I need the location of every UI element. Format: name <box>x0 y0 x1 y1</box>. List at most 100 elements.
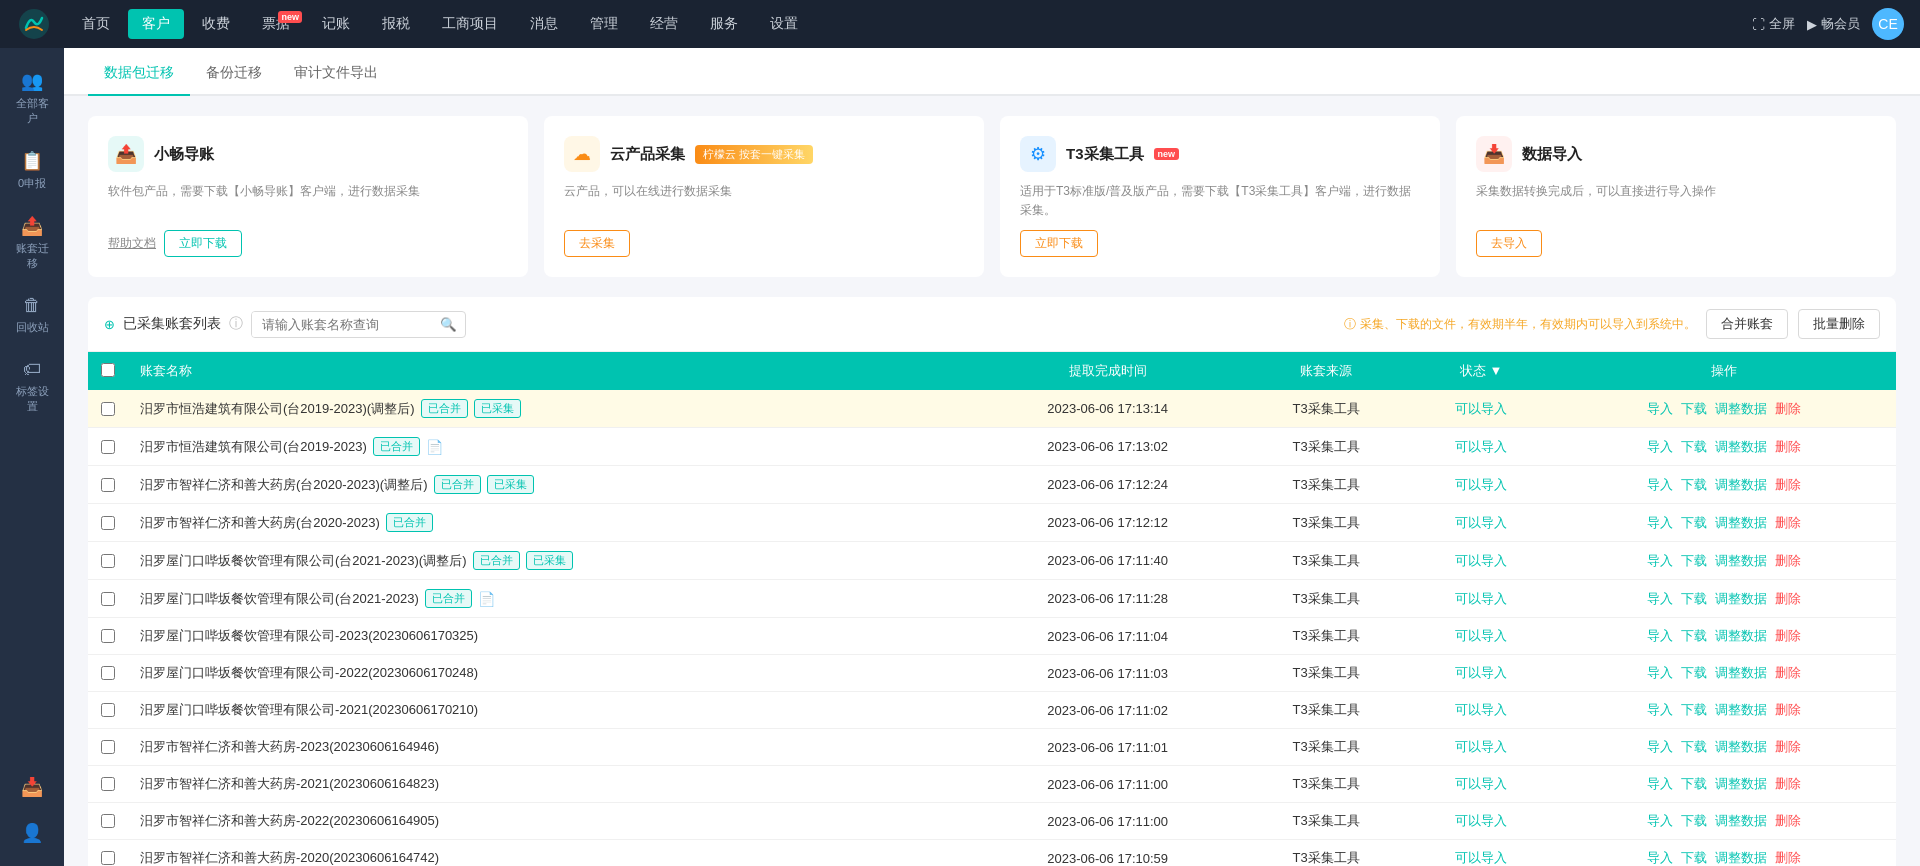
search-input[interactable] <box>252 312 432 337</box>
nav-item-经营[interactable]: 经营 <box>636 9 692 39</box>
nav-item-工商项目[interactable]: 工商项目 <box>428 9 512 39</box>
op-导入[interactable]: 导入 <box>1643 850 1677 865</box>
op-下载[interactable]: 下载 <box>1677 850 1711 865</box>
op-调整数据[interactable]: 调整数据 <box>1711 813 1771 828</box>
op-delete[interactable]: 删除 <box>1771 850 1805 865</box>
op-导入[interactable]: 导入 <box>1643 776 1677 791</box>
op-下载[interactable]: 下载 <box>1677 591 1711 606</box>
tab-数据包迁移[interactable]: 数据包迁移 <box>88 52 190 96</box>
batch-delete-button[interactable]: 批量删除 <box>1798 309 1880 339</box>
sidebar-bottom-item[interactable]: 📥 <box>4 766 60 808</box>
card-link[interactable]: 帮助文档 <box>108 235 156 252</box>
merge-button[interactable]: 合并账套 <box>1706 309 1788 339</box>
op-delete[interactable]: 删除 <box>1771 813 1805 828</box>
op-导入[interactable]: 导入 <box>1643 739 1677 754</box>
row-checkbox[interactable] <box>101 629 115 643</box>
op-下载[interactable]: 下载 <box>1677 739 1711 754</box>
op-delete[interactable]: 删除 <box>1771 477 1805 492</box>
op-delete[interactable]: 删除 <box>1771 515 1805 530</box>
op-delete[interactable]: 删除 <box>1771 628 1805 643</box>
op-调整数据[interactable]: 调整数据 <box>1711 739 1771 754</box>
op-delete[interactable]: 删除 <box>1771 401 1805 416</box>
tab-备份迁移[interactable]: 备份迁移 <box>190 52 278 96</box>
op-调整数据[interactable]: 调整数据 <box>1711 702 1771 717</box>
op-调整数据[interactable]: 调整数据 <box>1711 591 1771 606</box>
op-下载[interactable]: 下载 <box>1677 813 1711 828</box>
row-checkbox[interactable] <box>101 851 115 865</box>
op-下载[interactable]: 下载 <box>1677 776 1711 791</box>
help-icon[interactable]: ⓘ <box>229 315 243 333</box>
op-delete[interactable]: 删除 <box>1771 553 1805 568</box>
op-导入[interactable]: 导入 <box>1643 813 1677 828</box>
op-导入[interactable]: 导入 <box>1643 591 1677 606</box>
op-导入[interactable]: 导入 <box>1643 628 1677 643</box>
row-checkbox[interactable] <box>101 554 115 568</box>
op-导入[interactable]: 导入 <box>1643 477 1677 492</box>
nav-item-设置[interactable]: 设置 <box>756 9 812 39</box>
op-导入[interactable]: 导入 <box>1643 439 1677 454</box>
op-delete[interactable]: 删除 <box>1771 591 1805 606</box>
row-checkbox[interactable] <box>101 703 115 717</box>
op-导入[interactable]: 导入 <box>1643 515 1677 530</box>
app-logo[interactable] <box>16 6 52 42</box>
op-调整数据[interactable]: 调整数据 <box>1711 553 1771 568</box>
row-checkbox[interactable] <box>101 814 115 828</box>
op-delete[interactable]: 删除 <box>1771 665 1805 680</box>
op-delete[interactable]: 删除 <box>1771 439 1805 454</box>
op-delete[interactable]: 删除 <box>1771 702 1805 717</box>
op-下载[interactable]: 下载 <box>1677 628 1711 643</box>
row-checkbox[interactable] <box>101 740 115 754</box>
sidebar-item-标签设置[interactable]: 🏷标签设置 <box>4 349 60 424</box>
tab-审计文件导出[interactable]: 审计文件导出 <box>278 52 394 96</box>
op-导入[interactable]: 导入 <box>1643 553 1677 568</box>
op-delete[interactable]: 删除 <box>1771 776 1805 791</box>
card-button-t3[interactable]: 立即下载 <box>1020 230 1098 257</box>
op-下载[interactable]: 下载 <box>1677 665 1711 680</box>
row-checkbox[interactable] <box>101 666 115 680</box>
op-调整数据[interactable]: 调整数据 <box>1711 776 1771 791</box>
card-button-xiaochu[interactable]: 立即下载 <box>164 230 242 257</box>
fullscreen-button[interactable]: ⛶ 全屏 <box>1752 15 1795 33</box>
op-导入[interactable]: 导入 <box>1643 702 1677 717</box>
op-下载[interactable]: 下载 <box>1677 515 1711 530</box>
op-导入[interactable]: 导入 <box>1643 401 1677 416</box>
nav-item-报税[interactable]: 报税 <box>368 9 424 39</box>
vip-button[interactable]: ▶ 畅会员 <box>1807 15 1860 33</box>
op-调整数据[interactable]: 调整数据 <box>1711 477 1771 492</box>
op-导入[interactable]: 导入 <box>1643 665 1677 680</box>
row-checkbox[interactable] <box>101 402 115 416</box>
select-all-checkbox[interactable] <box>101 363 115 377</box>
sidebar-bottom-item[interactable]: 👤 <box>4 812 60 854</box>
op-下载[interactable]: 下载 <box>1677 702 1711 717</box>
sidebar-item-0申报[interactable]: 📋0申报 <box>4 140 60 201</box>
op-调整数据[interactable]: 调整数据 <box>1711 515 1771 530</box>
nav-item-管理[interactable]: 管理 <box>576 9 632 39</box>
nav-item-消息[interactable]: 消息 <box>516 9 572 39</box>
row-checkbox[interactable] <box>101 478 115 492</box>
op-调整数据[interactable]: 调整数据 <box>1711 665 1771 680</box>
nav-item-服务[interactable]: 服务 <box>696 9 752 39</box>
op-调整数据[interactable]: 调整数据 <box>1711 439 1771 454</box>
op-下载[interactable]: 下载 <box>1677 401 1711 416</box>
card-button-import[interactable]: 去导入 <box>1476 230 1542 257</box>
op-调整数据[interactable]: 调整数据 <box>1711 628 1771 643</box>
sidebar-item-账套迁移[interactable]: 📤账套迁移 <box>4 205 60 281</box>
row-checkbox[interactable] <box>101 777 115 791</box>
op-下载[interactable]: 下载 <box>1677 477 1711 492</box>
user-avatar[interactable]: CE <box>1872 8 1904 40</box>
op-下载[interactable]: 下载 <box>1677 553 1711 568</box>
row-checkbox[interactable] <box>101 440 115 454</box>
sidebar-item-回收站[interactable]: 🗑回收站 <box>4 285 60 345</box>
op-调整数据[interactable]: 调整数据 <box>1711 401 1771 416</box>
nav-item-票据[interactable]: 票据new <box>248 9 304 39</box>
op-调整数据[interactable]: 调整数据 <box>1711 850 1771 865</box>
col-header-4[interactable]: 状态 ▼ <box>1411 352 1552 390</box>
nav-item-收费[interactable]: 收费 <box>188 9 244 39</box>
search-button[interactable]: 🔍 <box>432 312 465 337</box>
op-下载[interactable]: 下载 <box>1677 439 1711 454</box>
op-delete[interactable]: 删除 <box>1771 739 1805 754</box>
sidebar-item-全部客户[interactable]: 👥全部客户 <box>4 60 60 136</box>
card-button-cloud[interactable]: 去采集 <box>564 230 630 257</box>
row-checkbox[interactable] <box>101 592 115 606</box>
nav-item-记账[interactable]: 记账 <box>308 9 364 39</box>
